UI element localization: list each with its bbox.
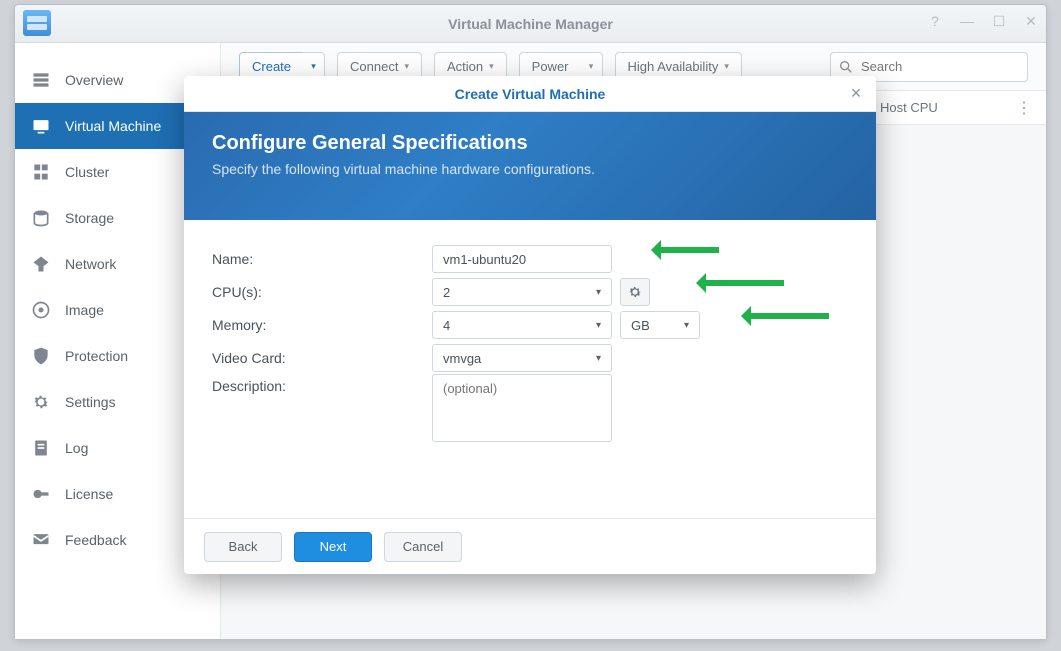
dialog-titlebar: Create Virtual Machine × (184, 76, 876, 112)
sidebar-item-label: Cluster (65, 164, 109, 180)
vm-icon (31, 116, 51, 136)
description-textarea[interactable] (432, 374, 612, 442)
cpu-select[interactable]: 2 ▾ (432, 278, 612, 306)
video-select[interactable]: vmvga ▾ (432, 344, 612, 372)
chevron-down-icon: ▾ (596, 320, 601, 331)
search-icon (838, 59, 854, 75)
dialog-form: Name: CPU(s): 2 ▾ Memory: 4 ▾ GB ▾ (184, 220, 876, 518)
create-vm-dialog: Create Virtual Machine × Configure Gener… (184, 76, 876, 574)
dialog-close-icon[interactable]: × (846, 84, 866, 104)
dialog-footer: Back Next Cancel (184, 518, 876, 574)
sidebar-item-label: Overview (65, 72, 123, 88)
sidebar-item-label: Image (65, 302, 104, 318)
protection-icon (31, 346, 51, 366)
cluster-icon (31, 162, 51, 182)
chevron-down-icon: ▾ (596, 287, 601, 298)
chevron-down-icon: ▾ (596, 353, 601, 364)
chevron-down-icon: ▾ (724, 61, 729, 72)
window-title: Virtual Machine Manager (448, 16, 613, 32)
cancel-button[interactable]: Cancel (384, 532, 462, 562)
sidebar-item-label: License (65, 486, 113, 502)
sidebar-item-label: Protection (65, 348, 128, 364)
memory-label: Memory: (212, 317, 432, 333)
app-icon (23, 10, 51, 36)
sidebar-item-label: Network (65, 256, 116, 272)
back-button[interactable]: Back (204, 532, 282, 562)
gear-icon (627, 284, 643, 300)
dialog-subheading: Specify the following virtual machine ha… (212, 161, 848, 177)
sidebar-item-label: Feedback (65, 532, 126, 548)
cpu-settings-button[interactable] (620, 278, 650, 306)
storage-icon (31, 208, 51, 228)
sidebar-item-label: Virtual Machine (65, 118, 161, 134)
window-controls: ? — ☐ ✕ (926, 13, 1040, 30)
overview-icon (31, 70, 51, 90)
memory-unit-select[interactable]: GB ▾ (620, 311, 700, 339)
log-icon (31, 438, 51, 458)
maximize-icon[interactable]: ☐ (990, 13, 1008, 30)
image-icon (31, 300, 51, 320)
next-button[interactable]: Next (294, 532, 372, 562)
chevron-down-icon: ▾ (684, 320, 689, 331)
description-label: Description: (212, 374, 432, 394)
network-icon (31, 254, 51, 274)
settings-icon (31, 392, 51, 412)
table-menu-icon[interactable]: ⋮ (1010, 98, 1038, 118)
help-icon[interactable]: ? (926, 13, 944, 30)
feedback-icon (31, 530, 51, 550)
dialog-banner: Configure General Specifications Specify… (184, 112, 876, 220)
column-host-cpu[interactable]: Host CPU (870, 100, 1010, 115)
sidebar-item-label: Log (65, 440, 88, 456)
dialog-heading: Configure General Specifications (212, 132, 848, 155)
chevron-down-icon: ▾ (489, 61, 494, 72)
cpu-label: CPU(s): (212, 284, 432, 300)
name-label: Name: (212, 251, 432, 267)
name-input[interactable] (432, 245, 612, 273)
chevron-down-icon: ▾ (404, 61, 409, 72)
titlebar: Virtual Machine Manager ? — ☐ ✕ (15, 5, 1046, 43)
dialog-title: Create Virtual Machine (455, 86, 606, 102)
sidebar-item-label: Settings (65, 394, 116, 410)
video-label: Video Card: (212, 350, 432, 366)
sidebar-item-label: Storage (65, 210, 114, 226)
license-icon (31, 484, 51, 504)
memory-select[interactable]: 4 ▾ (432, 311, 612, 339)
minimize-icon[interactable]: — (958, 13, 976, 30)
close-icon[interactable]: ✕ (1022, 13, 1040, 30)
